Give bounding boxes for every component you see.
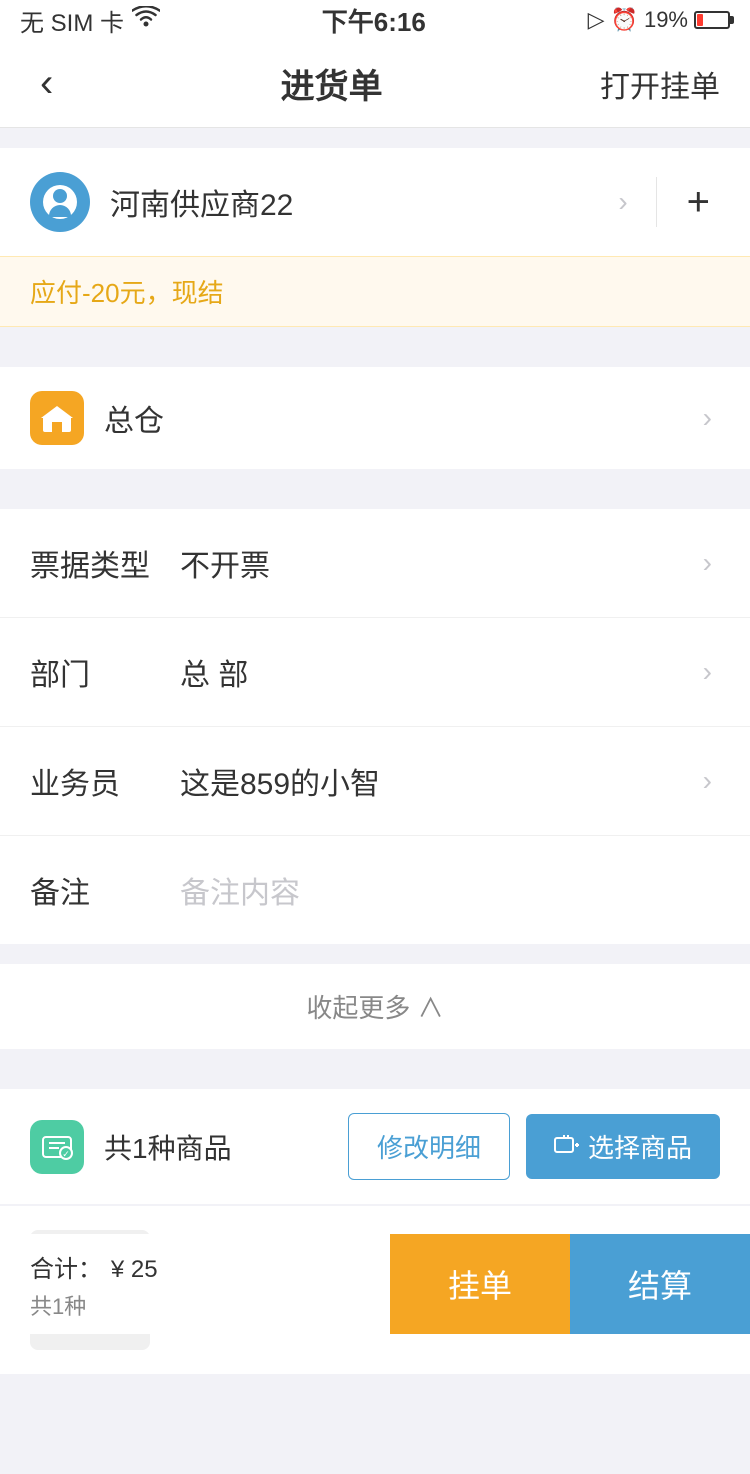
pending-button[interactable]: 挂单: [390, 1234, 570, 1334]
bottom-spacer: [0, 1374, 750, 1474]
avatar-inner: [43, 185, 77, 219]
notice-bar: 应付-20元，现结: [0, 256, 750, 327]
collapse-button[interactable]: 收起更多 ∧: [0, 964, 750, 1049]
gap-1: [0, 128, 750, 148]
warehouse-section[interactable]: 总仓 ›: [0, 367, 750, 469]
carrier-text: 无 SIM 卡: [20, 3, 124, 38]
wifi-icon: [132, 6, 160, 35]
supplier-section[interactable]: 河南供应商22 › +: [0, 148, 750, 256]
supplier-divider: [656, 177, 657, 227]
gap-4: [0, 1049, 750, 1069]
battery-icon: [694, 11, 730, 29]
form-section: 票据类型 不开票 › 部门 总 部 › 业务员 这是859的小智 › 备注 备注…: [0, 509, 750, 944]
department-row[interactable]: 部门 总 部 ›: [0, 618, 750, 727]
status-time: 下午6:16: [322, 2, 426, 39]
warehouse-icon: [30, 391, 84, 445]
open-pending-button[interactable]: 打开挂单: [600, 62, 720, 106]
supplier-chevron-icon: ›: [618, 186, 627, 218]
status-bar: 无 SIM 卡 下午6:16 ▷ ⏰ 19%: [0, 0, 750, 40]
total-amount: 合计： ¥ 25: [30, 1248, 360, 1285]
add-supplier-button[interactable]: +: [677, 176, 720, 229]
nav-bar: ‹ 进货单 打开挂单: [0, 40, 750, 128]
remark-label: 备注: [30, 868, 150, 912]
alarm-icon: ⏰: [611, 7, 638, 33]
total-value: ¥ 25: [111, 1256, 158, 1283]
warehouse-chevron-icon: ›: [703, 402, 712, 434]
salesman-row[interactable]: 业务员 这是859的小智 ›: [0, 727, 750, 836]
supplier-name: 河南供应商22: [110, 180, 618, 224]
invoice-type-label: 票据类型: [30, 541, 150, 585]
settle-button[interactable]: 结算: [570, 1234, 750, 1334]
supplier-avatar: [30, 172, 90, 232]
invoice-type-value: 不开票: [180, 541, 703, 585]
salesman-chevron-icon: ›: [703, 765, 712, 797]
location-icon: ▷: [588, 7, 605, 33]
product-count-text: 共1种商品: [104, 1127, 348, 1167]
department-chevron-icon: ›: [703, 656, 712, 688]
status-left: 无 SIM 卡: [20, 3, 160, 38]
total-section: 合计： ¥ 25 共1种: [0, 1234, 390, 1334]
select-product-label: 选择商品: [588, 1128, 692, 1165]
product-count-icon: ✓: [30, 1120, 84, 1174]
salesman-value: 这是859的小智: [180, 759, 703, 803]
gap-3: [0, 469, 750, 489]
invoice-type-row[interactable]: 票据类型 不开票 ›: [0, 509, 750, 618]
department-value: 总 部: [180, 650, 703, 694]
status-right: ▷ ⏰ 19%: [588, 7, 730, 33]
salesman-label: 业务员: [30, 759, 150, 803]
warehouse-name: 总仓: [104, 396, 703, 440]
remark-row[interactable]: 备注 备注内容: [0, 836, 750, 944]
product-header: ✓ 共1种商品 修改明细 选择商品: [0, 1089, 750, 1204]
edit-detail-button[interactable]: 修改明细: [348, 1113, 510, 1180]
total-label: 合计：: [30, 1256, 102, 1283]
total-count: 共1种: [30, 1289, 360, 1321]
svg-text:✓: ✓: [62, 1149, 70, 1159]
department-label: 部门: [30, 650, 150, 694]
gap-2: [0, 327, 750, 347]
page-title: 进货单: [281, 59, 383, 108]
battery-percent: 19%: [644, 7, 688, 33]
select-product-icon: [554, 1131, 580, 1162]
invoice-type-chevron-icon: ›: [703, 547, 712, 579]
bottom-bar: 合计： ¥ 25 共1种 挂单 结算: [0, 1234, 750, 1334]
back-button[interactable]: ‹: [30, 51, 63, 116]
select-product-button[interactable]: 选择商品: [526, 1114, 720, 1179]
remark-value: 备注内容: [180, 868, 720, 912]
